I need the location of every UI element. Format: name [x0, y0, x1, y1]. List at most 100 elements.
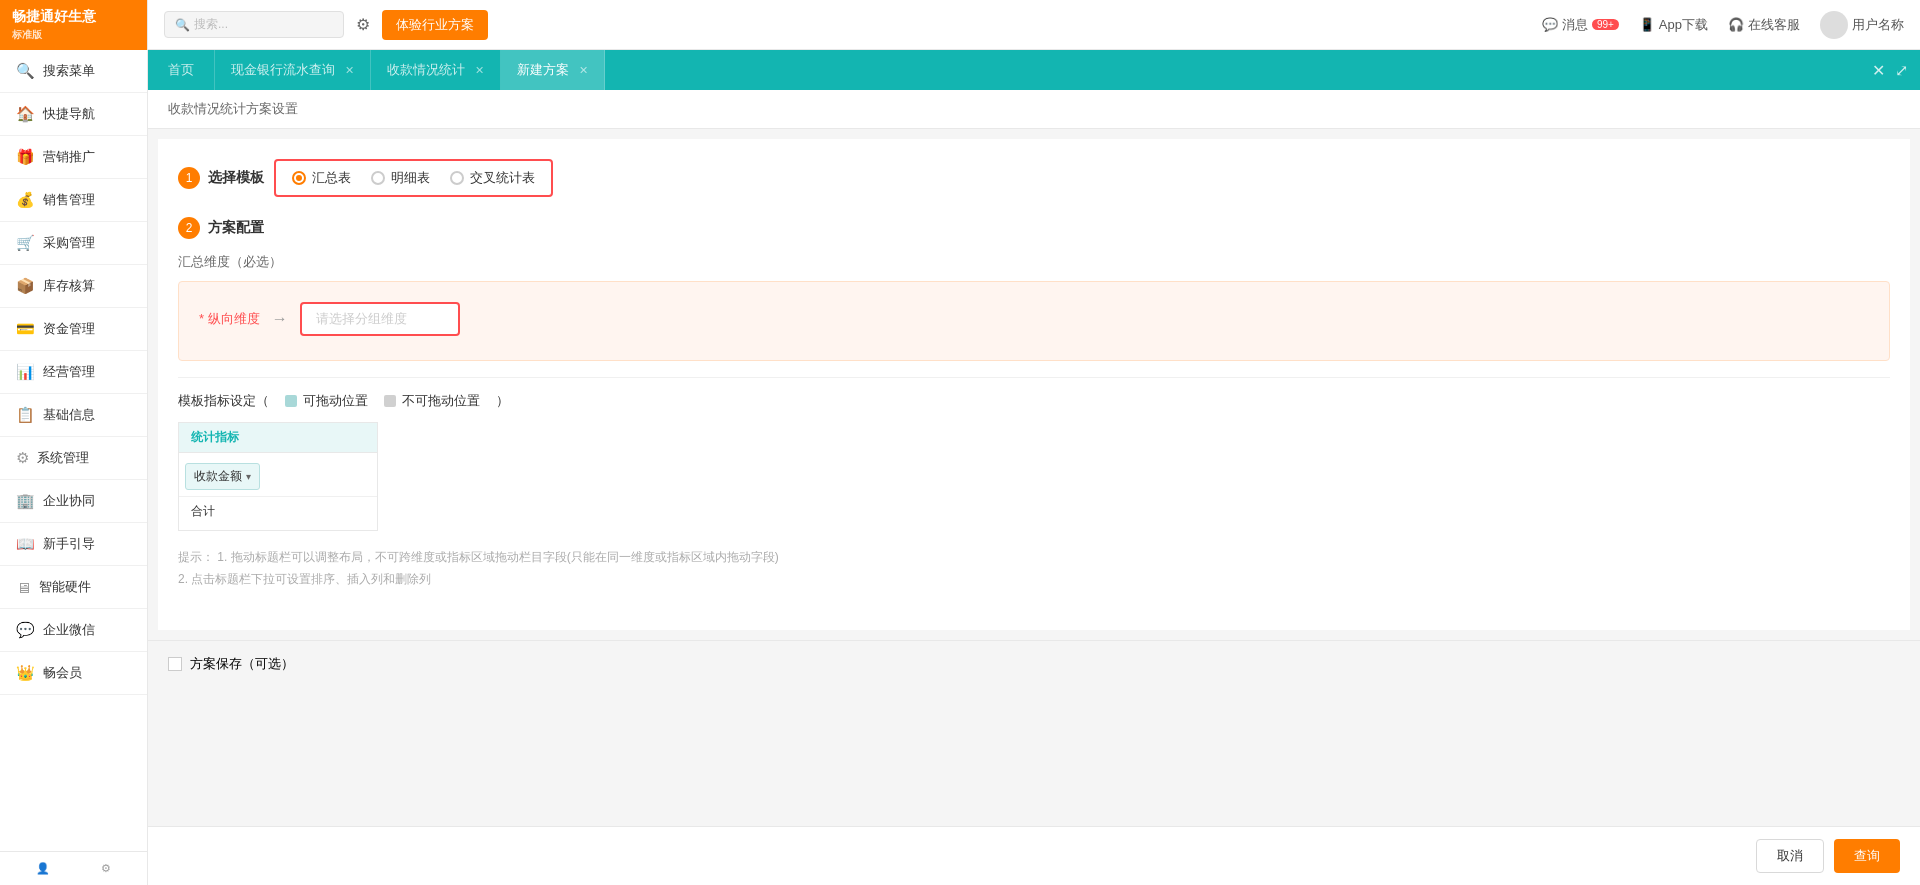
- user-info[interactable]: 用户名称: [1820, 11, 1904, 39]
- metrics-label: 模板指标设定（: [178, 392, 269, 410]
- message-icon: 💬: [1542, 17, 1558, 32]
- sidebar-item-basic-info[interactable]: 📋 基础信息: [0, 394, 147, 437]
- sidebar-bottom-user[interactable]: 👤: [36, 862, 50, 875]
- operations-icon: 📊: [16, 363, 35, 381]
- legend-fixed-label: 不可拖动位置: [402, 392, 480, 410]
- topbar: 🔍 搜索... ⚙ 体验行业方案 💬 消息 99+ 📱 App下载 🎧 在线客服…: [148, 0, 1920, 50]
- sidebar-item-label: 经营管理: [43, 363, 95, 381]
- sidebar-item-smart-hw[interactable]: 🖥 智能硬件: [0, 566, 147, 609]
- close-window-icon[interactable]: ✕: [1872, 61, 1885, 80]
- sidebar-item-label: 营销推广: [43, 148, 95, 166]
- radio-detail-circle[interactable]: [371, 171, 385, 185]
- purchase-icon: 🛒: [16, 234, 35, 252]
- message-button[interactable]: 💬 消息 99+: [1542, 16, 1619, 34]
- cancel-button[interactable]: 取消: [1756, 839, 1824, 873]
- metrics-row-total: 合计: [179, 496, 377, 526]
- sidebar-item-capital[interactable]: 💳 资金管理: [0, 308, 147, 351]
- tab-new-plan-close[interactable]: ✕: [579, 64, 588, 77]
- step2-title: 方案配置: [208, 219, 264, 237]
- sidebar-item-vip[interactable]: 👑 畅会员: [0, 652, 147, 695]
- step2-header: 2 方案配置: [178, 217, 1890, 239]
- tab-receipt-stat-close[interactable]: ✕: [475, 64, 484, 77]
- message-badge: 99+: [1592, 19, 1619, 30]
- sidebar-item-label: 畅会员: [43, 664, 82, 682]
- plan-save-label: 方案保存（可选）: [190, 655, 294, 673]
- sidebar-item-system[interactable]: ⚙ 系统管理: [0, 437, 147, 480]
- tab-receipt-stat[interactable]: 收款情况统计 ✕: [371, 50, 501, 90]
- dimension-placeholder: 请选择分组维度: [316, 311, 407, 326]
- app-download-button[interactable]: 📱 App下载: [1639, 16, 1708, 34]
- sidebar-item-purchase[interactable]: 🛒 采购管理: [0, 222, 147, 265]
- sidebar: 畅捷通好生意 标准版 🔍 搜索菜单 🏠 快捷导航 🎁 营销推广 💰 销售管理 🛒…: [0, 0, 148, 885]
- service-icon: 🎧: [1728, 17, 1744, 32]
- sidebar-item-label: 企业微信: [43, 621, 95, 639]
- logo-sub: 标准版: [12, 28, 96, 42]
- legend-draggable: 可拖动位置: [285, 392, 368, 410]
- topbar-right: 💬 消息 99+ 📱 App下载 🎧 在线客服 用户名称: [1542, 11, 1904, 39]
- username: 用户名称: [1852, 16, 1904, 34]
- legend-draggable-label: 可拖动位置: [303, 392, 368, 410]
- gear-icon[interactable]: ⚙: [356, 15, 370, 34]
- radio-summary-circle[interactable]: [292, 171, 306, 185]
- plan-save-checkbox[interactable]: [168, 657, 182, 671]
- sidebar-item-wechat[interactable]: 💬 企业微信: [0, 609, 147, 652]
- basic-info-icon: 📋: [16, 406, 35, 424]
- page-breadcrumb: 收款情况统计方案设置: [148, 90, 1920, 129]
- legend-fixed: 不可拖动位置: [384, 392, 480, 410]
- inventory-icon: 📦: [16, 277, 35, 295]
- metrics-tag-amount[interactable]: 收款金额 ▾: [185, 463, 260, 490]
- form-area: 1 选择模板 汇总表 明细表 交叉统计表: [158, 139, 1910, 630]
- tab-cash-flow-label: 现金银行流水查询: [231, 61, 335, 79]
- trial-button[interactable]: 体验行业方案: [382, 10, 488, 40]
- marketing-icon: 🎁: [16, 148, 35, 166]
- arrow-icon: →: [272, 310, 288, 328]
- search-placeholder: 搜索...: [194, 16, 228, 33]
- dimension-select[interactable]: 请选择分组维度: [300, 302, 460, 336]
- dimension-label: 汇总维度（必选）: [178, 253, 1890, 271]
- dimension-config: 汇总维度（必选） * 纵向维度 → 请选择分组维度: [178, 253, 1890, 361]
- step1-title: 选择模板: [208, 169, 264, 187]
- tab-new-plan[interactable]: 新建方案 ✕: [501, 50, 605, 90]
- radio-cross-circle[interactable]: [450, 171, 464, 185]
- sidebar-item-label: 基础信息: [43, 406, 95, 424]
- radio-detail[interactable]: 明细表: [371, 169, 430, 187]
- tab-home[interactable]: 首页: [148, 50, 215, 90]
- sidebar-item-label: 销售管理: [43, 191, 95, 209]
- main-area: 🔍 搜索... ⚙ 体验行业方案 💬 消息 99+ 📱 App下载 🎧 在线客服…: [148, 0, 1920, 885]
- template-selection-box: 汇总表 明细表 交叉统计表: [274, 159, 553, 197]
- sidebar-item-sales[interactable]: 💰 销售管理: [0, 179, 147, 222]
- sidebar-item-search-menu[interactable]: 🔍 搜索菜单: [0, 50, 147, 93]
- download-label: App下载: [1659, 16, 1708, 34]
- vertical-dimension-row: * 纵向维度 → 请选择分组维度: [199, 302, 1869, 336]
- sidebar-item-inventory[interactable]: 📦 库存核算: [0, 265, 147, 308]
- sidebar-item-enterprise[interactable]: 🏢 企业协同: [0, 480, 147, 523]
- search-menu-icon: 🔍: [16, 62, 35, 80]
- sidebar-item-label: 系统管理: [37, 449, 89, 467]
- query-button[interactable]: 查询: [1834, 839, 1900, 873]
- fixed-dot: [384, 395, 396, 407]
- vip-icon: 👑: [16, 664, 35, 682]
- expand-icon[interactable]: ⤢: [1895, 61, 1908, 80]
- message-label: 消息: [1562, 16, 1588, 34]
- radio-summary[interactable]: 汇总表: [292, 169, 351, 187]
- sidebar-item-marketing[interactable]: 🎁 营销推广: [0, 136, 147, 179]
- radio-cross[interactable]: 交叉统计表: [450, 169, 535, 187]
- logo-name: 畅捷通好生意: [12, 8, 96, 26]
- metrics-label-end: ）: [496, 392, 509, 410]
- sidebar-bottom-settings[interactable]: ⚙: [101, 862, 111, 875]
- tab-cash-flow[interactable]: 现金银行流水查询 ✕: [215, 50, 371, 90]
- sidebar-bottom: 👤 ⚙: [0, 851, 147, 885]
- step2-num: 2: [178, 217, 200, 239]
- sales-icon: 💰: [16, 191, 35, 209]
- sidebar-item-operations[interactable]: 📊 经营管理: [0, 351, 147, 394]
- online-service-button[interactable]: 🎧 在线客服: [1728, 16, 1800, 34]
- sidebar-item-label: 智能硬件: [39, 578, 91, 596]
- tab-cash-flow-close[interactable]: ✕: [345, 64, 354, 77]
- sidebar-item-quick-nav[interactable]: 🏠 快捷导航: [0, 93, 147, 136]
- radio-detail-label: 明细表: [391, 169, 430, 187]
- sidebar-item-newbie[interactable]: 📖 新手引导: [0, 523, 147, 566]
- step1-header: 1 选择模板 汇总表 明细表 交叉统计表: [178, 159, 1890, 197]
- tip-line2: 2. 点击标题栏下拉可设置排序、插入列和删除列: [178, 569, 1890, 591]
- topbar-search-box[interactable]: 🔍 搜索...: [164, 11, 344, 38]
- metrics-tag-row: 收款金额 ▾: [179, 457, 377, 496]
